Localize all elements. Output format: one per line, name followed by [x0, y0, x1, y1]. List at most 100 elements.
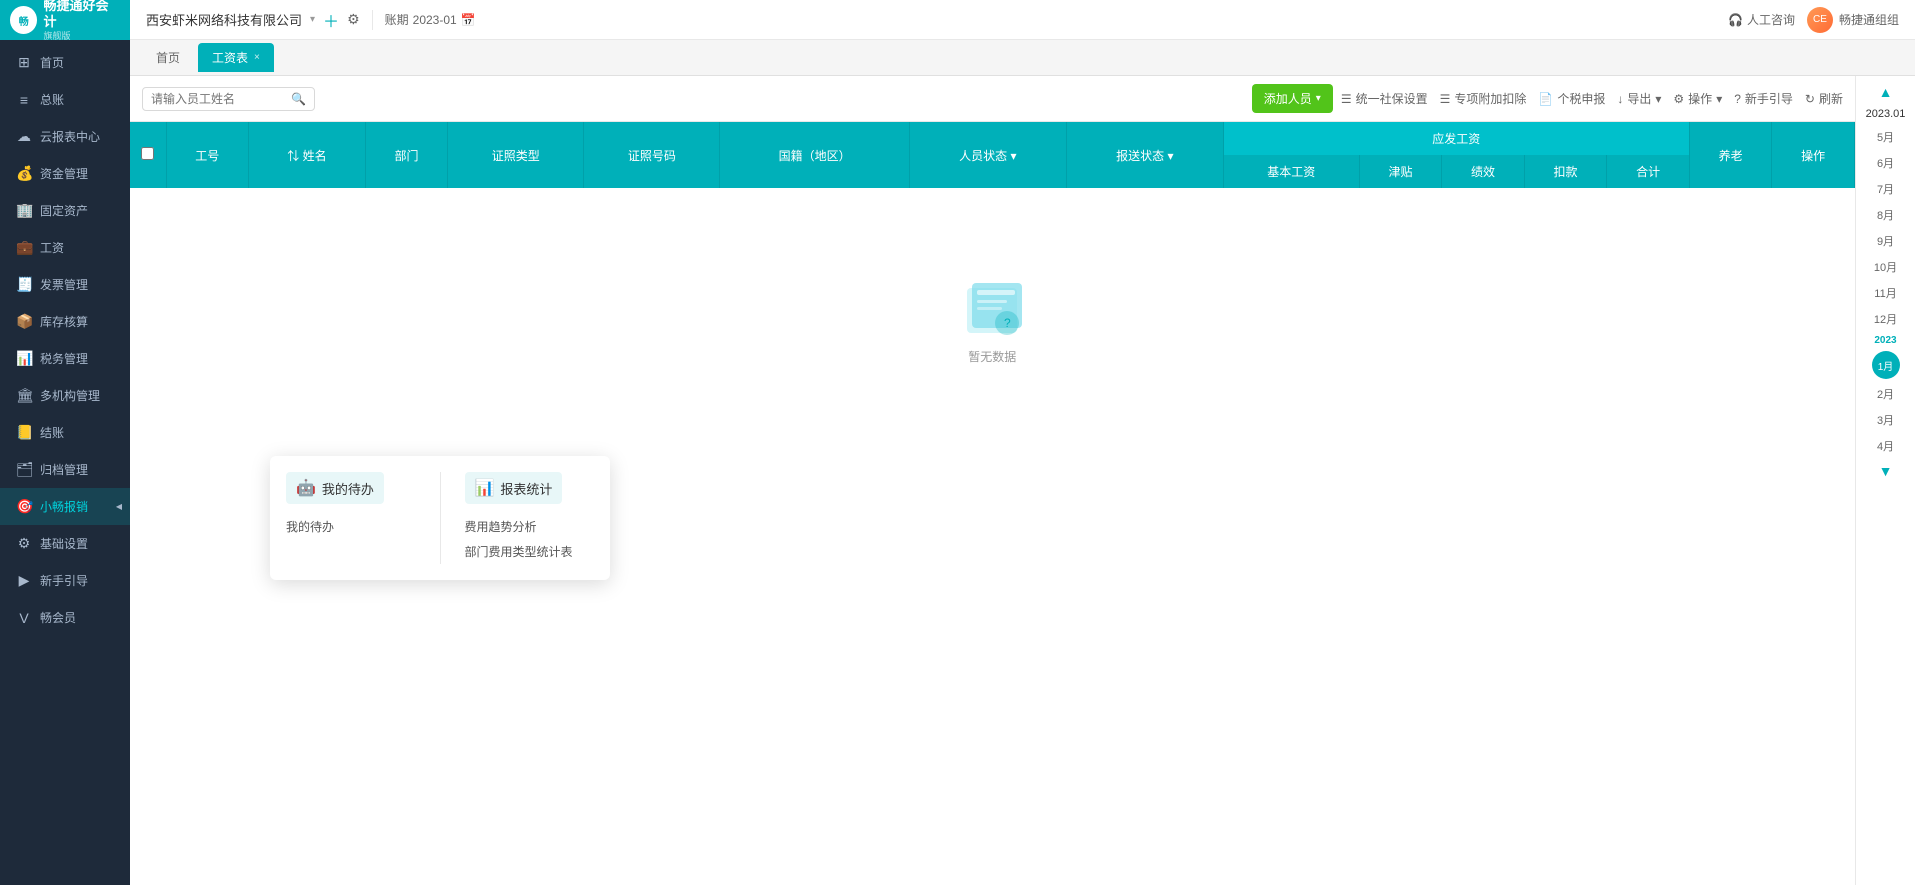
salary-table: 工号 ⇅ 姓名 部门 证照类型: [130, 122, 1855, 445]
filter-report-icon[interactable]: ▾: [1167, 149, 1173, 163]
sidebar-item-multi-org[interactable]: 🏛 多机构管理: [0, 377, 130, 414]
month-item-2[interactable]: 2月: [1856, 381, 1915, 407]
add-person-button[interactable]: 添加人员 ▾: [1252, 84, 1333, 113]
membership-icon: V: [16, 610, 32, 626]
empty-state-icon: ?: [952, 268, 1032, 348]
search-icon[interactable]: 🔍: [291, 92, 306, 106]
col-pension: 养老: [1689, 122, 1772, 188]
col-report-status: 报送状态 ▾: [1066, 122, 1223, 188]
ledger-icon: ≡: [16, 92, 32, 108]
company-settings-icon[interactable]: ⚙: [347, 11, 360, 28]
year-month-header: 2023.01: [1866, 104, 1906, 124]
sidebar-item-archive[interactable]: 🗂 归档管理: [0, 451, 130, 488]
popup-item-dept-expense[interactable]: 部门费用类型统计表: [465, 539, 595, 564]
tabs-bar: 首页 工资表 ×: [130, 40, 1915, 76]
home-icon: ⊞: [16, 54, 32, 71]
month-nav-down[interactable]: ▼: [1875, 459, 1897, 483]
export-icon: ↓: [1617, 92, 1623, 106]
tab-close-icon[interactable]: ×: [254, 52, 260, 63]
filter-icon[interactable]: ▾: [1011, 149, 1017, 163]
archive-icon: 🗂: [16, 461, 32, 478]
cloud-icon: ☁: [16, 128, 32, 145]
export-button[interactable]: ↓ 导出 ▾: [1617, 90, 1661, 107]
popup-item-expense-trend[interactable]: 费用趋势分析: [465, 514, 595, 539]
sidebar-item-membership[interactable]: V 畅会员: [0, 599, 130, 636]
popup-item-todo[interactable]: 我的待办: [286, 514, 416, 539]
select-all-checkbox[interactable]: [141, 147, 154, 160]
headset-icon: 🎧: [1728, 13, 1743, 27]
deduction-icon: ☰: [1440, 92, 1451, 106]
month-item-8[interactable]: 8月: [1856, 202, 1915, 228]
building-icon: 🏢: [16, 202, 32, 219]
sort-icon[interactable]: ⇅: [287, 149, 299, 163]
month-item-6[interactable]: 6月: [1856, 150, 1915, 176]
period-selector[interactable]: 账期 2023-01 📅: [385, 11, 476, 28]
sidebar-item-general-ledger[interactable]: ≡ 总账: [0, 81, 130, 118]
topbar-right: 🎧 人工咨询 CE 畅捷通组组: [1728, 7, 1899, 33]
empty-state: ? 暂无数据: [130, 188, 1855, 445]
month-item-5[interactable]: 5月: [1856, 124, 1915, 150]
operations-dropdown-icon: ▾: [1716, 92, 1722, 106]
col-id-type: 证照类型: [448, 122, 584, 188]
sidebar-item-inventory[interactable]: 📦 库存核算: [0, 303, 130, 340]
special-deduction-button[interactable]: ☰ 专项附加扣除: [1440, 90, 1527, 107]
popup-section-report: 📊 报表统计 费用趋势分析 部门费用类型统计表: [465, 472, 595, 564]
tax-report-icon: 📄: [1538, 92, 1553, 106]
refresh-button[interactable]: ↻ 刷新: [1805, 90, 1843, 107]
tab-salary[interactable]: 工资表 ×: [198, 43, 274, 72]
col-department: 部门: [365, 122, 448, 188]
search-input[interactable]: [151, 92, 291, 106]
export-dropdown-icon: ▾: [1655, 92, 1661, 106]
current-year-label: 2023: [1874, 332, 1896, 349]
tab-home[interactable]: 首页: [142, 43, 194, 72]
company-name[interactable]: 西安虾米网络科技有限公司: [146, 10, 302, 29]
topbar: 西安虾米网络科技有限公司 ▾ ＋ ⚙ 账期 2023-01 📅 🎧 人工咨询 C…: [130, 0, 1915, 40]
avatar: CE: [1807, 7, 1833, 33]
tax-icon: 📊: [16, 350, 32, 367]
user-menu[interactable]: CE 畅捷通组组: [1807, 7, 1899, 33]
sidebar-item-salary[interactable]: 💼 工资: [0, 229, 130, 266]
logo-text: 畅捷通好会计 旗舰版: [43, 0, 120, 42]
col-group-salary: 应发工资: [1223, 122, 1689, 155]
month-item-1-active[interactable]: 1月: [1872, 351, 1900, 379]
refresh-icon: ↻: [1805, 92, 1815, 106]
guide-button[interactable]: ? 新手引导: [1734, 90, 1793, 107]
sidebar-item-guide[interactable]: ▶ 新手引导: [0, 562, 130, 599]
month-item-4[interactable]: 4月: [1856, 433, 1915, 459]
sidebar-item-cloud-report[interactable]: ☁ 云报表中心: [0, 118, 130, 155]
salary-toolbar: 🔍 添加人员 ▾ ☰ 统一社保设置 ☰ 专项附加扣除: [130, 76, 1855, 122]
popup-section-todo-title: 🤖 我的待办: [286, 472, 416, 504]
sidebar-item-tax[interactable]: 📊 税务管理: [0, 340, 130, 377]
logo-icon: 畅: [10, 6, 37, 34]
col-name: ⇅ 姓名: [249, 122, 366, 188]
operations-button[interactable]: ⚙ 操作 ▾: [1673, 90, 1722, 107]
month-item-3[interactable]: 3月: [1856, 407, 1915, 433]
month-item-10[interactable]: 10月: [1856, 254, 1915, 280]
month-item-12[interactable]: 12月: [1856, 306, 1915, 332]
sidebar-item-fixed-assets[interactable]: 🏢 固定资产: [0, 192, 130, 229]
guide-toolbar-icon: ?: [1734, 92, 1741, 106]
col-id-number: 证照号码: [584, 122, 720, 188]
tax-report-button[interactable]: 📄 个税申报: [1538, 90, 1605, 107]
month-nav-up[interactable]: ▲: [1875, 80, 1897, 104]
sidebar-item-home[interactable]: ⊞ 首页: [0, 44, 130, 81]
sidebar-item-invoice[interactable]: 🧾 发票管理: [0, 266, 130, 303]
social-security-button[interactable]: ☰ 统一社保设置: [1341, 90, 1428, 107]
operations-icon: ⚙: [1673, 92, 1684, 106]
service-button[interactable]: 🎧 人工咨询: [1728, 11, 1795, 28]
sidebar-item-basic-settings[interactable]: ⚙ 基础设置: [0, 525, 130, 562]
period-value: 2023-01: [413, 13, 457, 27]
calendar-icon[interactable]: 📅: [461, 13, 476, 27]
empty-state-row: ? 暂无数据: [130, 188, 1855, 445]
add-company-button[interactable]: ＋: [323, 8, 339, 32]
company-dropdown-icon[interactable]: ▾: [310, 14, 315, 25]
month-item-9[interactable]: 9月: [1856, 228, 1915, 254]
todo-icon: 🤖: [296, 478, 316, 498]
sidebar-item-expense[interactable]: 🎯 小畅报销: [0, 488, 130, 525]
sidebar-item-closing[interactable]: 📒 结账: [0, 414, 130, 451]
month-item-11[interactable]: 11月: [1856, 280, 1915, 306]
month-item-7[interactable]: 7月: [1856, 176, 1915, 202]
sidebar-item-finance[interactable]: 💰 资金管理: [0, 155, 130, 192]
closing-icon: 📒: [16, 424, 32, 441]
inventory-icon: 📦: [16, 313, 32, 330]
